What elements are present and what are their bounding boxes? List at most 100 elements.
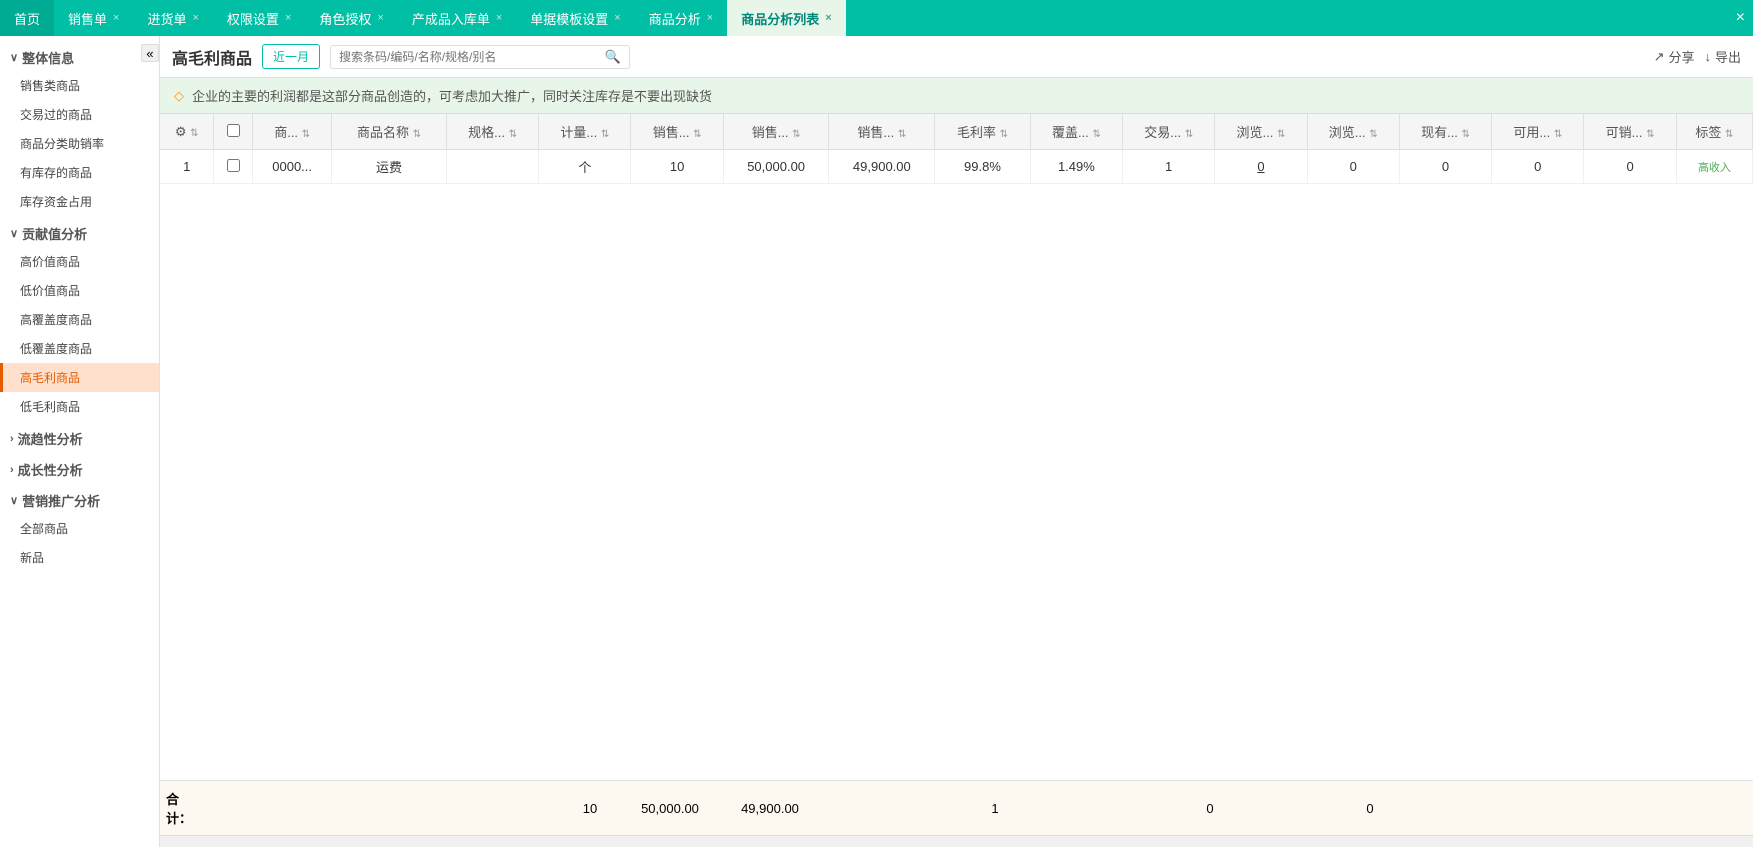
nav-item-商品分析[interactable]: 商品分析× (635, 0, 727, 36)
info-banner: ◇ 企业的主要的利润都是这部分商品创造的，可考虑加大推广，同时关注库存是不要出现… (160, 78, 1753, 114)
sidebar-item-库存资金占用[interactable]: 库存资金占用 (0, 187, 159, 216)
nav-close-权限设置[interactable]: × (285, 12, 291, 24)
sidebar-item-全部商品[interactable]: 全部商品 (0, 514, 159, 543)
col-header-browse1[interactable]: 浏览... ⇅ (1215, 114, 1307, 150)
col-header-checkbox[interactable] (214, 114, 253, 150)
col-header-sales_cost[interactable]: 销售... ⇅ (829, 114, 935, 150)
nav-item-角色授权[interactable]: 角色授权× (305, 0, 397, 36)
col-header-browse2[interactable]: 浏览... ⇅ (1307, 114, 1399, 150)
header-actions: ↗ 分享 ↓ 导出 (1654, 47, 1741, 66)
top-navigation: 首页销售单×进货单×权限设置×角色授权×产成品入库单×单据模板设置×商品分析×商… (0, 0, 1753, 36)
sidebar-group-流趋性分析: ›流趋性分析 (0, 421, 159, 452)
nav-item-进货单[interactable]: 进货单× (133, 0, 212, 36)
sidebar-item-销售类商品[interactable]: 销售类商品 (0, 71, 159, 100)
col-header-name[interactable]: 商品名称 ⇅ (332, 114, 447, 150)
sidebar-item-高毛利商品[interactable]: 高毛利商品 (0, 363, 159, 392)
sidebar-collapse-button[interactable]: « (141, 44, 159, 62)
horizontal-scrollbar[interactable] (160, 835, 1753, 847)
sidebar-item-低毛利商品[interactable]: 低毛利商品 (0, 392, 159, 421)
export-button[interactable]: ↓ 导出 (1704, 47, 1741, 66)
nav-close-进货单[interactable]: × (192, 12, 198, 24)
cell-unit: 个 (539, 150, 631, 184)
sort-icon: ⇅ (792, 129, 800, 140)
col-header-unit[interactable]: 计量... ⇅ (539, 114, 631, 150)
filter-month-button[interactable]: 近一月 (262, 44, 320, 69)
sidebar-item-有库存的商品[interactable]: 有库存的商品 (0, 158, 159, 187)
sort-icon: ⇅ (1369, 129, 1377, 140)
sidebar-group-arrow: ∨ (10, 51, 18, 64)
col-header-spec[interactable]: 规格... ⇅ (446, 114, 538, 150)
cell-name: 运费 (332, 150, 447, 184)
browse1-link[interactable]: 0 (1257, 159, 1264, 174)
sidebar-item-交易过的商品[interactable]: 交易过的商品 (0, 100, 159, 129)
table-footer: 合计：1050,000.0049,900.00100 (160, 780, 1753, 835)
sort-icon: ⇅ (1185, 129, 1193, 140)
nav-close-角色授权[interactable]: × (377, 12, 383, 24)
sidebar-group-title-流趋性分析[interactable]: ›流趋性分析 (0, 421, 159, 452)
nav-close-单据模板设置[interactable]: × (614, 12, 620, 24)
main-layout: « ∨整体信息销售类商品交易过的商品商品分类助销率有库存的商品库存资金占用∨贡献… (0, 36, 1753, 847)
cell-coverage: 1.49% (1030, 150, 1122, 184)
sidebar-item-低覆盖度商品[interactable]: 低覆盖度商品 (0, 334, 159, 363)
search-icon[interactable]: 🔍 (605, 49, 621, 65)
cell-sku: 0000... (253, 150, 332, 184)
col-header-current_stock[interactable]: 现有... ⇅ (1399, 114, 1491, 150)
sort-icon: ⇅ (1000, 129, 1008, 140)
share-button[interactable]: ↗ 分享 (1654, 47, 1695, 66)
nav-close-商品分析[interactable]: × (707, 12, 713, 24)
col-header-available_stock[interactable]: 可用... ⇅ (1492, 114, 1584, 150)
sort-icon: ⇅ (1554, 129, 1562, 140)
cell-gross_margin: 99.8% (935, 150, 1031, 184)
sidebar-group-title-营销推广分析[interactable]: ∨营销推广分析 (0, 483, 159, 514)
nav-item-产成品入库单[interactable]: 产成品入库单× (398, 0, 516, 36)
sidebar-group-title-成长性分析[interactable]: ›成长性分析 (0, 452, 159, 483)
close-all-button[interactable]: × (1736, 9, 1745, 27)
nav-item-销售单[interactable]: 销售单× (54, 0, 133, 36)
sort-icon: ⇅ (1462, 129, 1470, 140)
cell-sales_cost: 49,900.00 (829, 150, 935, 184)
content-area: 高毛利商品 近一月 🔍 ↗ 分享 ↓ 导出 ◇ 企业的主要的利润都是这部分商品创… (160, 36, 1753, 847)
info-text: 企业的主要的利润都是这部分商品创造的，可考虑加大推广，同时关注库存是不要出现缺货 (192, 86, 712, 105)
col-header-sales_qty[interactable]: 销售... ⇅ (631, 114, 723, 150)
nav-close-产成品入库单[interactable]: × (496, 12, 502, 24)
col-header-sellable[interactable]: 可销... ⇅ (1584, 114, 1676, 150)
tag-label: 高收入 (1698, 162, 1731, 174)
cell-browse1[interactable]: 0 (1215, 150, 1307, 184)
sidebar-item-商品分类助销率[interactable]: 商品分类助销率 (0, 129, 159, 158)
share-icon: ↗ (1654, 49, 1665, 65)
sidebar-group-arrow: › (10, 464, 14, 476)
col-header-settings[interactable]: ⚙ ⇅ (160, 114, 214, 150)
sidebar-item-高价值商品[interactable]: 高价值商品 (0, 247, 159, 276)
col-header-sales_amount[interactable]: 销售... ⇅ (723, 114, 829, 150)
nav-item-权限设置[interactable]: 权限设置× (213, 0, 305, 36)
sidebar-item-高覆盖度商品[interactable]: 高覆盖度商品 (0, 305, 159, 334)
sort-icon: ⇅ (413, 129, 421, 140)
nav-item-商品分析列表[interactable]: 商品分析列表× (727, 0, 845, 36)
cell-sales_amount: 50,000.00 (723, 150, 829, 184)
cell-browse2: 0 (1307, 150, 1399, 184)
nav-close-商品分析列表[interactable]: × (825, 12, 831, 24)
col-header-sku[interactable]: 商... ⇅ (253, 114, 332, 150)
sidebar-group-title-贡献值分析[interactable]: ∨贡献值分析 (0, 216, 159, 247)
nav-item-单据模板设置[interactable]: 单据模板设置× (516, 0, 634, 36)
sidebar-item-新品[interactable]: 新品 (0, 543, 159, 572)
col-header-transaction[interactable]: 交易... ⇅ (1123, 114, 1215, 150)
nav-close-销售单[interactable]: × (113, 12, 119, 24)
cell-checkbox[interactable] (214, 150, 253, 184)
cell-sales_qty: 10 (631, 150, 723, 184)
col-header-coverage[interactable]: 覆盖... ⇅ (1030, 114, 1122, 150)
table-container[interactable]: ⚙ ⇅商... ⇅商品名称 ⇅规格... ⇅计量... ⇅销售... ⇅销售..… (160, 114, 1753, 780)
sort-icon: ⇅ (190, 128, 198, 139)
sort-icon: ⇅ (1092, 129, 1100, 140)
sidebar-group-title-整体信息[interactable]: ∨整体信息 (0, 40, 159, 71)
row-checkbox[interactable] (227, 159, 240, 172)
content-header: 高毛利商品 近一月 🔍 ↗ 分享 ↓ 导出 (160, 36, 1753, 78)
footer-cell-16: 0 (1330, 801, 1410, 816)
nav-item-首页[interactable]: 首页 (0, 0, 54, 36)
col-header-tag[interactable]: 标签 ⇅ (1676, 114, 1752, 150)
col-header-gross_margin[interactable]: 毛利率 ⇅ (935, 114, 1031, 150)
search-input[interactable] (339, 50, 605, 64)
select-all-checkbox[interactable] (227, 124, 240, 137)
sort-icon: ⇅ (302, 129, 310, 140)
sidebar-item-低价值商品[interactable]: 低价值商品 (0, 276, 159, 305)
